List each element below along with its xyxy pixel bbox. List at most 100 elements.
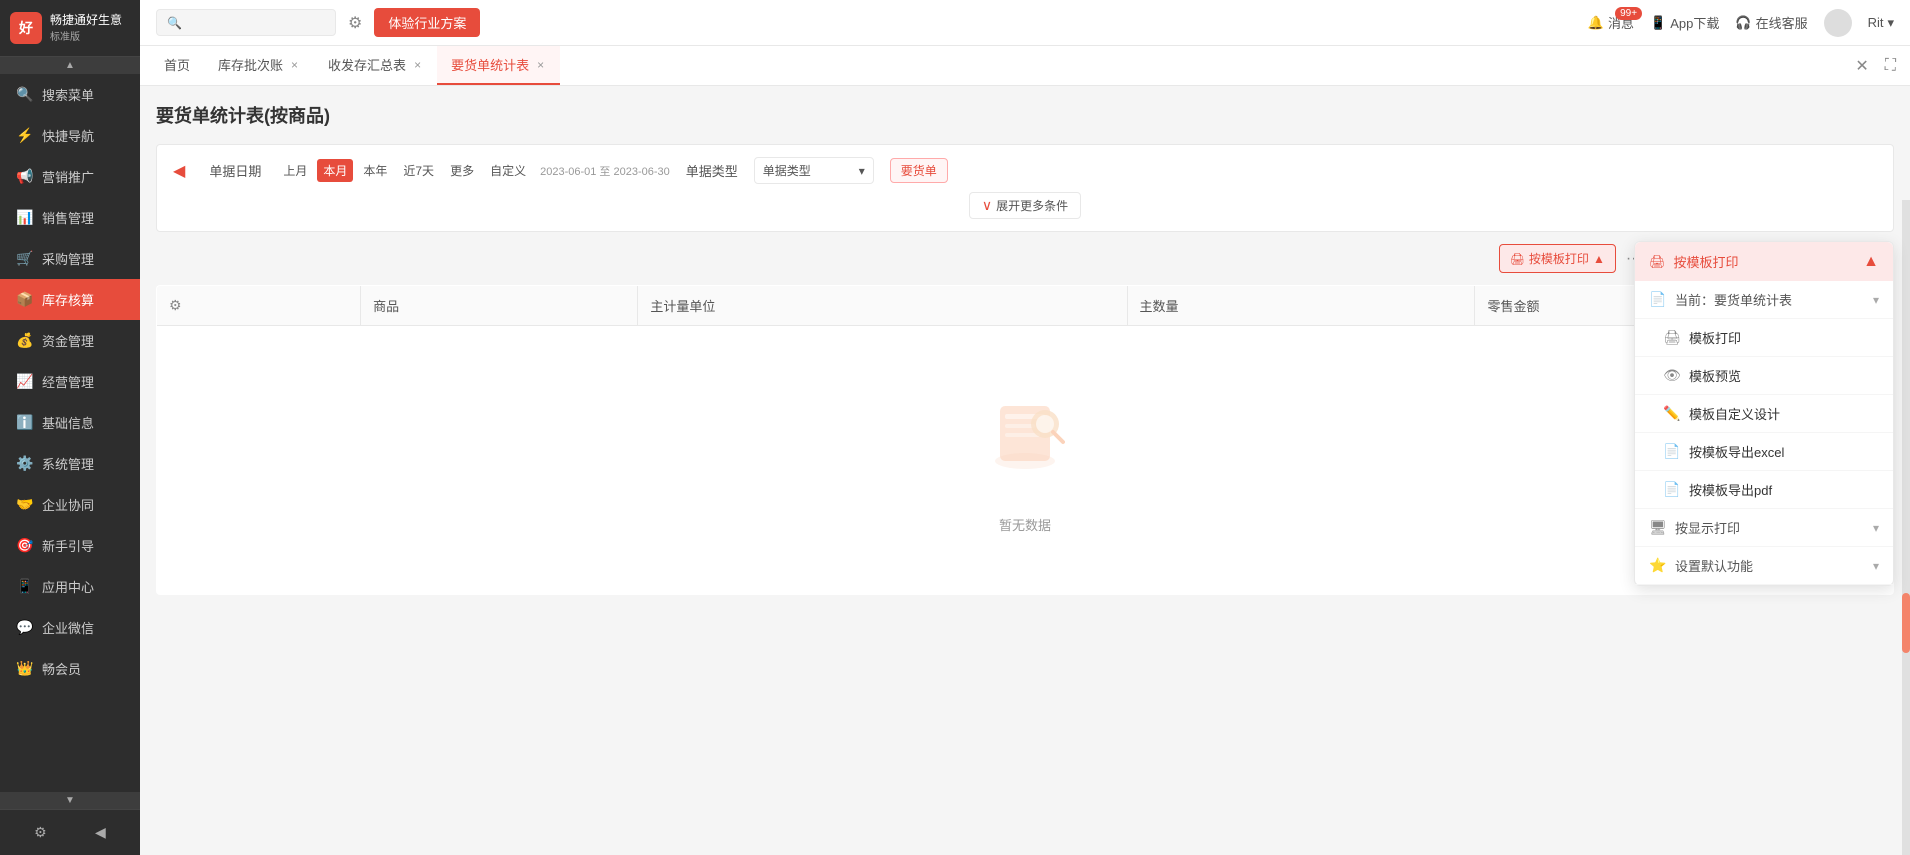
type-filter-label: 单据类型 <box>686 161 738 180</box>
template-custom-label: 模板自定义设计 <box>1689 404 1780 423</box>
sidebar: 好 畅捷通好生意 标准版 ▲ 🔍 搜索菜单 ⚡ 快捷导航 📢 营销推广 📊 销售… <box>0 0 140 855</box>
logo-icon: 好 <box>10 12 42 44</box>
topbar-search[interactable]: 🔍 <box>156 9 336 36</box>
app-download-label: App下载 <box>1670 13 1719 32</box>
filter-collapse-button[interactable]: ◀ <box>173 161 193 181</box>
tab-batch[interactable]: 库存批次账 × <box>204 46 314 85</box>
table-col-settings[interactable]: ⚙ <box>157 286 361 326</box>
main-area: 🔍 ⚙ 体验行业方案 🔔 消息 99+ 📱 App下载 🎧 在线客服 <box>140 0 1910 855</box>
sidebar-item-label-sales: 销售管理 <box>42 208 94 227</box>
user-name-item[interactable]: Rit ▾ <box>1868 15 1894 31</box>
sidebar-item-quicknav[interactable]: ⚡ 快捷导航 <box>0 115 140 156</box>
tab-order-stat-close[interactable]: × <box>535 58 546 72</box>
display-print-item[interactable]: 🖥 按显示打印 ▾ <box>1635 509 1893 547</box>
topbar: 🔍 ⚙ 体验行业方案 🔔 消息 99+ 📱 App下载 🎧 在线客服 <box>140 0 1910 46</box>
display-print-label: 按显示打印 <box>1675 518 1740 537</box>
date-btn-custom[interactable]: 自定义 <box>484 159 532 182</box>
user-avatar[interactable] <box>1824 9 1852 37</box>
notifications-badge: 99+ <box>1615 7 1642 20</box>
print-dropdown-title: 按模板打印 <box>1674 252 1739 271</box>
print-button[interactable]: 🖨 按模板打印 ▲ <box>1499 244 1616 273</box>
sidebar-item-member[interactable]: 👑 畅会员 <box>0 648 140 689</box>
sidebar-item-label-operation: 经营管理 <box>42 372 94 391</box>
template-print-icon: 🖨 <box>1663 329 1681 346</box>
sidebar-bottom: ⚙ ◀ <box>0 809 140 855</box>
template-print-item[interactable]: 🖨 模板打印 <box>1635 319 1893 357</box>
tab-close-all-button[interactable]: ✕ <box>1851 52 1872 80</box>
sidebar-item-label-finance: 资金管理 <box>42 331 94 350</box>
col-settings-icon[interactable]: ⚙ <box>169 297 182 313</box>
collab-icon: 🤝 <box>16 496 34 513</box>
app-name-block: 畅捷通好生意 标准版 <box>50 13 122 44</box>
date-btn-last-7-days[interactable]: 近7天 <box>397 159 440 182</box>
sidebar-collapse-button[interactable]: ◀ <box>91 820 110 845</box>
sidebar-item-marketing[interactable]: 📢 营销推广 <box>0 156 140 197</box>
sidebar-settings-button[interactable]: ⚙ <box>30 820 51 845</box>
filter-row: ◀ 单据日期 上月 本月 本年 近7天 更多 自定义 2023-06-01 至 … <box>173 157 1877 184</box>
search-text <box>188 14 272 31</box>
app-download-item[interactable]: 📱 App下载 <box>1650 13 1719 32</box>
template-excel-item[interactable]: 📄 按模板导出excel <box>1635 433 1893 471</box>
template-print-label: 模板打印 <box>1689 328 1741 347</box>
inventory-icon: 📦 <box>16 291 34 308</box>
sidebar-item-operation[interactable]: 📈 经营管理 <box>0 361 140 402</box>
online-service-item[interactable]: 🎧 在线客服 <box>1735 13 1807 32</box>
sidebar-item-basic[interactable]: ℹ️ 基础信息 <box>0 402 140 443</box>
date-btn-this-year[interactable]: 本年 <box>357 159 393 182</box>
template-preview-item[interactable]: 👁 模板预览 <box>1635 357 1893 395</box>
current-template-item[interactable]: 📄 当前：要货单统计表 ▾ <box>1635 281 1893 319</box>
sidebar-item-apps[interactable]: 📱 应用中心 <box>0 566 140 607</box>
sidebar-item-purchase[interactable]: 🛒 采购管理 <box>0 238 140 279</box>
yh-filter-tag: 要货单 <box>890 158 948 183</box>
sidebar-item-sales[interactable]: 📊 销售管理 <box>0 197 140 238</box>
tab-order-stat[interactable]: 要货单统计表 × <box>437 46 560 85</box>
date-btn-more[interactable]: 更多 <box>444 159 480 182</box>
right-scrollbar[interactable] <box>1902 200 1910 855</box>
template-excel-label: 按模板导出excel <box>1689 442 1784 461</box>
guide-icon: 🎯 <box>16 537 34 554</box>
sidebar-scroll-down[interactable]: ▼ <box>0 792 140 809</box>
marketing-icon: 📢 <box>16 168 34 185</box>
default-func-item[interactable]: ⭐ 设置默认功能 ▾ <box>1635 547 1893 585</box>
sidebar-item-system[interactable]: ⚙️ 系统管理 <box>0 443 140 484</box>
sidebar-item-search[interactable]: 🔍 搜索菜单 <box>0 74 140 115</box>
tab-collection[interactable]: 收发存汇总表 × <box>314 46 437 85</box>
template-custom-item[interactable]: ✏️ 模板自定义设计 <box>1635 395 1893 433</box>
print-dropdown-close[interactable]: ▲ <box>1863 253 1879 271</box>
phone-icon: 📱 <box>1650 15 1666 31</box>
sidebar-item-guide[interactable]: 🎯 新手引导 <box>0 525 140 566</box>
template-custom-icon: ✏️ <box>1663 405 1681 422</box>
empty-text: 暂无数据 <box>999 515 1051 534</box>
date-btn-this-month[interactable]: 本月 <box>317 159 353 182</box>
search-icon-topbar: 🔍 <box>167 16 182 30</box>
trial-button[interactable]: 体验行业方案 <box>374 8 480 37</box>
topbar-gear-button[interactable]: ⚙ <box>348 13 362 33</box>
template-pdf-item[interactable]: 📄 按模板导出pdf <box>1635 471 1893 509</box>
sidebar-item-inventory[interactable]: 📦 库存核算 <box>0 279 140 320</box>
avatar <box>1824 9 1852 37</box>
user-name: Rit <box>1868 15 1884 30</box>
tab-collection-close[interactable]: × <box>412 58 423 72</box>
sidebar-item-wechat[interactable]: 💬 企业微信 <box>0 607 140 648</box>
date-btn-last-month[interactable]: 上月 <box>277 159 313 182</box>
sidebar-item-finance[interactable]: 💰 资金管理 <box>0 320 140 361</box>
type-filter-select[interactable]: 单据类型 ▾ <box>754 157 874 184</box>
tab-home[interactable]: 首页 <box>150 46 204 85</box>
print-dropdown-header[interactable]: 🖨 按模板打印 ▲ <box>1635 242 1893 281</box>
notifications-item[interactable]: 🔔 消息 99+ <box>1588 13 1634 32</box>
filter-expand-button[interactable]: ∨ 展开更多条件 <box>969 192 1081 219</box>
expand-label: 展开更多条件 <box>996 197 1068 214</box>
sidebar-item-label-collab: 企业协同 <box>42 495 94 514</box>
wechat-icon: 💬 <box>16 619 34 636</box>
filter-bar: ◀ 单据日期 上月 本月 本年 近7天 更多 自定义 2023-06-01 至 … <box>156 144 1894 232</box>
sidebar-item-label-guide: 新手引导 <box>42 536 94 555</box>
sidebar-scroll-up[interactable]: ▲ <box>0 57 140 74</box>
tab-batch-close[interactable]: × <box>289 58 300 72</box>
sidebar-nav: 🔍 搜索菜单 ⚡ 快捷导航 📢 营销推广 📊 销售管理 🛒 采购管理 📦 库存核… <box>0 74 140 792</box>
date-filter-label: 单据日期 <box>209 161 261 180</box>
headset-icon: 🎧 <box>1735 15 1751 31</box>
date-filter-group: 上月 本月 本年 近7天 更多 自定义 2023-06-01 至 2023-06… <box>277 159 669 182</box>
tab-expand-button[interactable]: ⛶ <box>1881 53 1900 79</box>
tab-order-stat-label: 要货单统计表 <box>451 55 529 74</box>
sidebar-item-collab[interactable]: 🤝 企业协同 <box>0 484 140 525</box>
